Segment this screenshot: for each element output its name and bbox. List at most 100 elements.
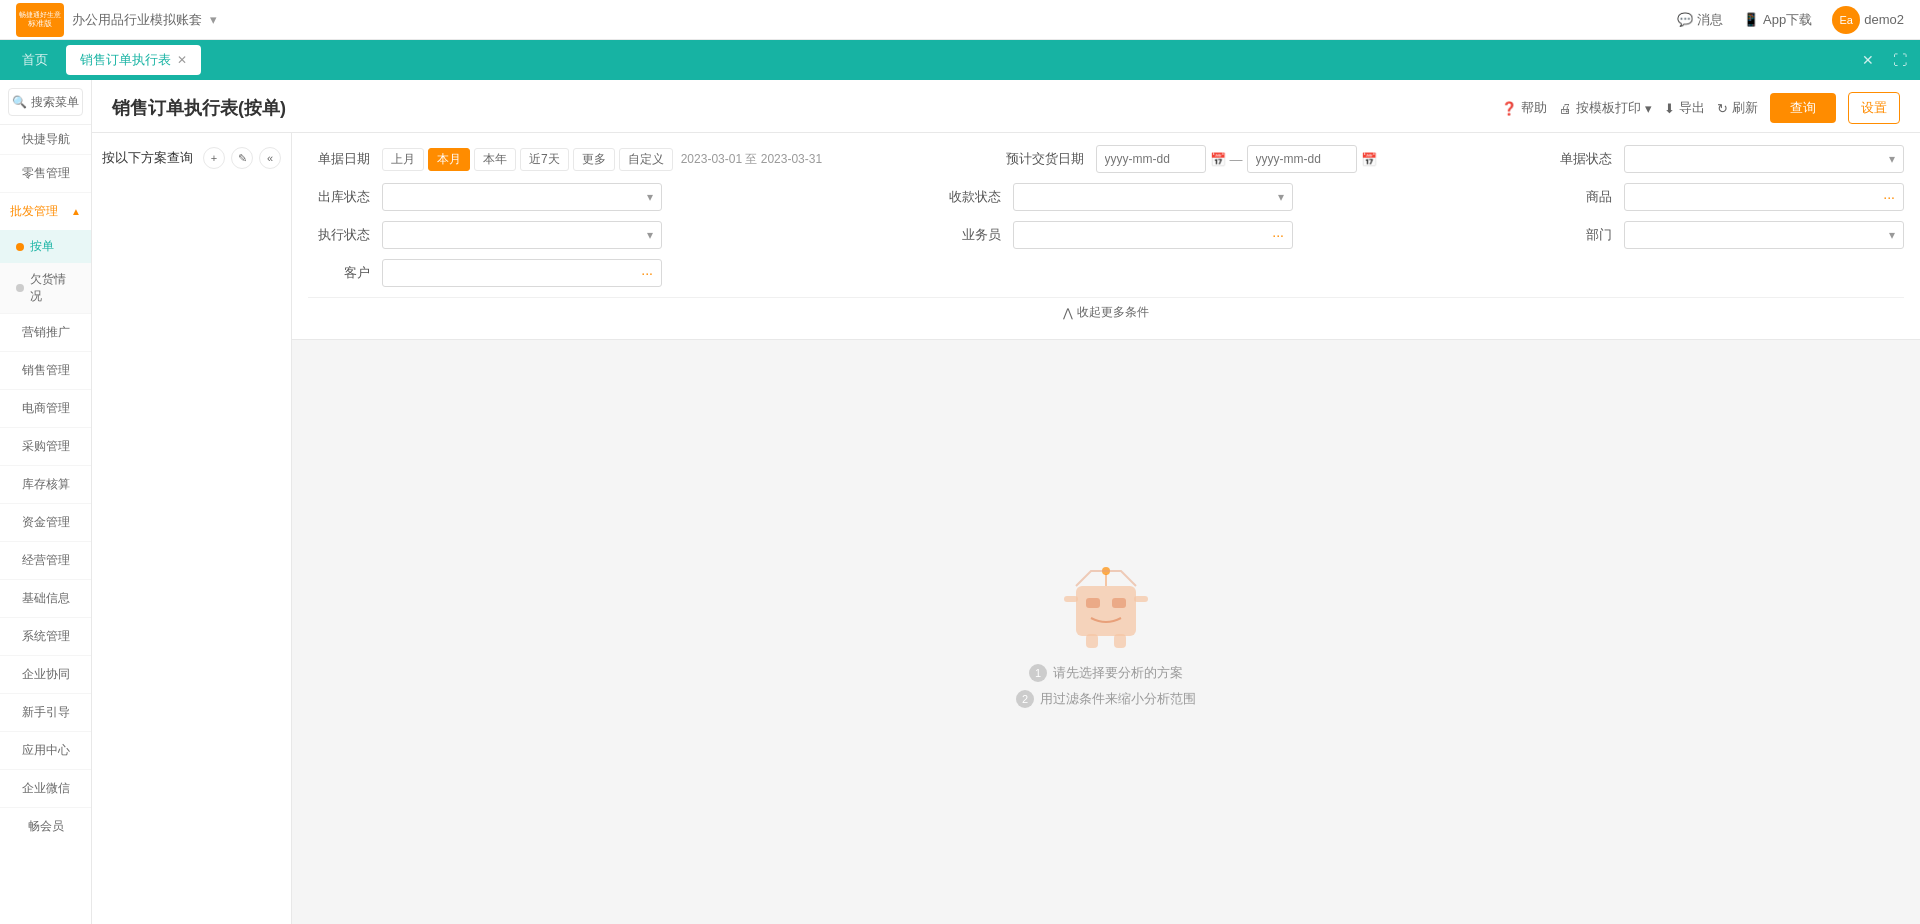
sidebar-item-retail-label: 零售管理 (22, 166, 70, 180)
main-layout: 🔍 搜索菜单 快捷导航 零售管理 批发管理 ▲ 按单 欠货情况 营销推 (0, 80, 1920, 924)
ship-status-dropdown-icon: ▾ (647, 190, 653, 204)
collection-status-select[interactable]: ▾ (1013, 183, 1293, 211)
sidebar-item-sales[interactable]: 销售管理 (0, 351, 91, 389)
empty-hint-1: 1 请先选择要分析的方案 (1029, 664, 1183, 682)
sidebar-sub-item-order[interactable]: 按单 (0, 230, 91, 263)
department-select[interactable]: ▾ (1624, 221, 1904, 249)
message-btn[interactable]: 💬 消息 (1677, 11, 1723, 29)
sidebar-item-system[interactable]: 系统管理 (0, 617, 91, 655)
close-window-btn[interactable]: ✕ (1856, 48, 1880, 72)
goods-ellipsis-btn[interactable]: ··· (1883, 189, 1895, 205)
customer-label: 客户 (308, 264, 378, 282)
sidebar-search: 🔍 搜索菜单 (0, 80, 91, 125)
exec-status-label: 执行状态 (308, 226, 378, 244)
sidebar-item-retail[interactable]: 零售管理 (0, 154, 91, 192)
sidebar-item-finance[interactable]: 资金管理 (0, 503, 91, 541)
svg-rect-2 (1112, 598, 1126, 608)
expected-date-label: 预计交货日期 (1006, 150, 1092, 168)
tab-sales-order-label: 销售订单执行表 (80, 51, 171, 69)
hint-text-2: 用过滤条件来缩小分析范围 (1040, 690, 1196, 708)
add-scheme-btn[interactable]: + (203, 147, 225, 169)
empty-state: 1 请先选择要分析的方案 2 用过滤条件来缩小分析范围 (292, 340, 1920, 924)
date-btn-custom[interactable]: 自定义 (619, 148, 673, 171)
salesperson-label: 业务员 (949, 226, 1009, 244)
sidebar-item-purchase-label: 采购管理 (22, 439, 70, 453)
collection-status-label: 收款状态 (949, 188, 1009, 206)
industry-dropdown-icon[interactable]: ▾ (210, 12, 217, 27)
edit-scheme-btn[interactable]: ✎ (231, 147, 253, 169)
date-btn-more[interactable]: 更多 (573, 148, 615, 171)
expected-date-start[interactable] (1096, 145, 1206, 173)
expand-window-btn[interactable]: ⛶ (1888, 48, 1912, 72)
sidebar-item-sales-label: 销售管理 (22, 363, 70, 377)
expected-date-end[interactable] (1247, 145, 1357, 173)
calendar-end-icon: 📅 (1361, 152, 1377, 167)
sidebar-item-member[interactable]: 畅会员 (0, 807, 91, 845)
sidebar-item-guide[interactable]: 新手引导 (0, 693, 91, 731)
exec-status-select[interactable]: ▾ (382, 221, 662, 249)
tab-close-icon[interactable]: ✕ (177, 53, 187, 67)
goods-label: 商品 (1580, 188, 1620, 206)
quick-nav-btn[interactable]: 快捷导航 (0, 125, 91, 154)
hint-num-1: 1 (1029, 664, 1047, 682)
sidebar-item-wholesale-label: 批发管理 (10, 203, 58, 220)
doc-status-select[interactable]: ▾ (1624, 145, 1904, 173)
doc-status-dropdown-icon: ▾ (1889, 152, 1895, 166)
search-icon: 🔍 (12, 95, 27, 109)
collapse-btn[interactable]: ⋀ 收起更多条件 (308, 297, 1904, 327)
sidebar-item-apps[interactable]: 应用中心 (0, 731, 91, 769)
refresh-label: 刷新 (1732, 99, 1758, 117)
filter-row-4: 客户 ··· (308, 259, 1904, 287)
ship-status-select[interactable]: ▾ (382, 183, 662, 211)
date-btn-this-month[interactable]: 本月 (428, 148, 470, 171)
salesperson-ellipsis-btn[interactable]: ··· (1272, 227, 1284, 243)
message-icon: 💬 (1677, 12, 1693, 27)
avatar: Ea (1832, 6, 1860, 34)
tab-sales-order[interactable]: 销售订单执行表 ✕ (66, 45, 201, 75)
date-btn-this-year[interactable]: 本年 (474, 148, 516, 171)
sidebar-item-enterprise[interactable]: 企业协同 (0, 655, 91, 693)
date-btn-last-month[interactable]: 上月 (382, 148, 424, 171)
print-btn[interactable]: 🖨 按模板打印 ▾ (1559, 99, 1652, 117)
user-menu[interactable]: Ea demo2 (1832, 6, 1904, 34)
tab-home[interactable]: 首页 (8, 45, 62, 75)
tab-home-label: 首页 (22, 51, 48, 69)
orange-dot-icon (16, 243, 24, 251)
customer-ellipsis-btn[interactable]: ··· (641, 265, 653, 281)
sidebar-item-operations[interactable]: 经营管理 (0, 541, 91, 579)
sidebar-item-ecommerce[interactable]: 电商管理 (0, 389, 91, 427)
sidebar-item-purchase[interactable]: 采购管理 (0, 427, 91, 465)
help-icon: ❓ (1501, 101, 1517, 116)
export-btn[interactable]: ⬇ 导出 (1664, 99, 1705, 117)
salesperson-select[interactable]: ··· (1013, 221, 1293, 249)
sidebar-item-basic[interactable]: 基础信息 (0, 579, 91, 617)
print-icon: 🖨 (1559, 101, 1572, 116)
sidebar-item-inventory[interactable]: 库存核算 (0, 465, 91, 503)
sidebar-item-enterprise-label: 企业协同 (22, 667, 70, 681)
svg-rect-0 (1076, 586, 1136, 636)
sidebar-item-wechat[interactable]: 企业微信 (0, 769, 91, 807)
sidebar-item-operations-label: 经营管理 (22, 553, 70, 567)
page-title: 销售订单执行表(按单) (112, 96, 286, 120)
scheme-panel-label: 按以下方案查询 (102, 149, 193, 167)
collapse-panel-btn[interactable]: « (259, 147, 281, 169)
refresh-btn[interactable]: ↻ 刷新 (1717, 99, 1758, 117)
query-btn[interactable]: 查询 (1770, 93, 1836, 123)
scheme-panel-header: 按以下方案查询 + ✎ « (92, 143, 291, 177)
sidebar-item-wholesale[interactable]: 批发管理 ▲ (0, 192, 91, 230)
settings-btn[interactable]: 设置 (1848, 92, 1900, 124)
goods-select[interactable]: ··· (1624, 183, 1904, 211)
sidebar-item-marketing[interactable]: 营销推广 (0, 313, 91, 351)
refresh-icon: ↻ (1717, 101, 1728, 116)
date-btn-7days[interactable]: 近7天 (520, 148, 569, 171)
sidebar-sub-item-debt[interactable]: 欠货情况 (0, 263, 91, 313)
app-download-btn[interactable]: 📱 App下载 (1743, 11, 1812, 29)
search-menu-btn[interactable]: 🔍 搜索菜单 (8, 88, 83, 116)
help-btn[interactable]: ❓ 帮助 (1501, 99, 1547, 117)
sidebar-sub-wholesale: 按单 欠货情况 (0, 230, 91, 313)
customer-select[interactable]: ··· (382, 259, 662, 287)
collapse-label: 收起更多条件 (1077, 304, 1149, 321)
date-label: 单据日期 (308, 150, 378, 168)
department-label: 部门 (1580, 226, 1620, 244)
filter-row-3: 执行状态 ▾ 业务员 ··· 部门 (308, 221, 1904, 249)
